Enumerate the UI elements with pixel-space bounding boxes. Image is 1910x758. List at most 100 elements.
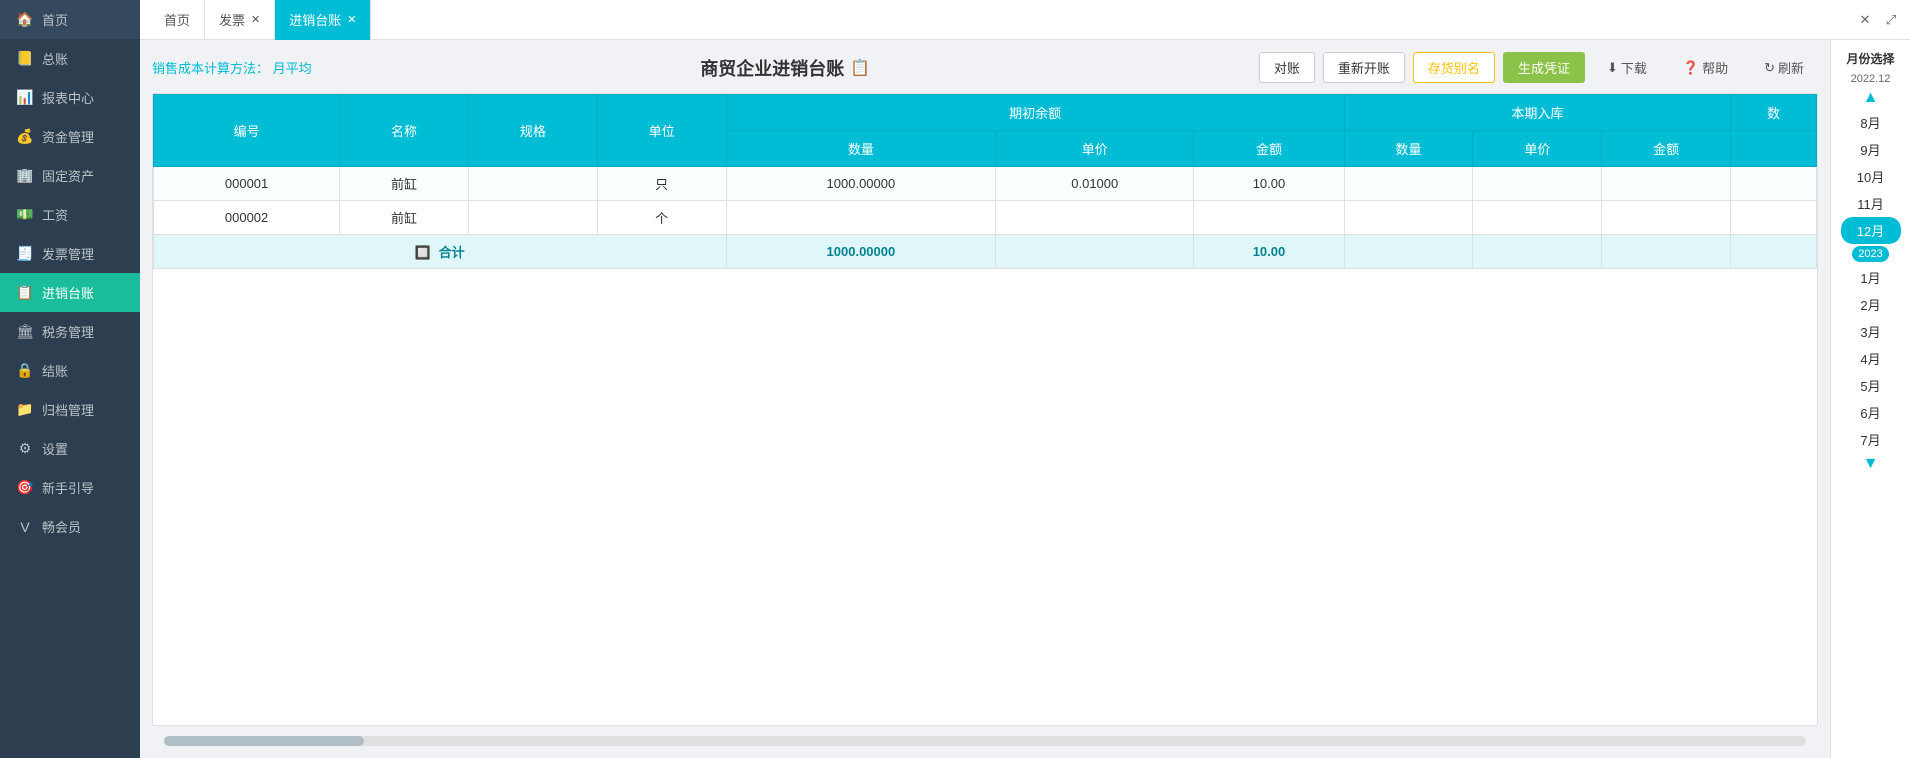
scroll-up-arrow[interactable]: ▲ <box>1863 87 1879 109</box>
sidebar-item-tax-management[interactable]: 🏛 税务管理 <box>0 312 140 351</box>
sidebar-item-payroll[interactable]: 💵 工资 <box>0 195 140 234</box>
month-item-10[interactable]: 10月 <box>1841 163 1901 190</box>
sidebar-item-archive-management[interactable]: 📁 归档管理 <box>0 390 140 429</box>
download-icon: ⬇ <box>1607 60 1618 76</box>
action-buttons: 对账 重新开账 存货别名 生成凭证 ⬇ 下载 ❓ 帮助 ↻ 刷新 <box>1259 52 1818 83</box>
window-controls: ✕ ⤢ <box>1856 11 1900 29</box>
sidebar-item-general-ledger[interactable]: 📒 总账 <box>0 39 140 78</box>
member-icon: V <box>16 519 34 535</box>
reopen-button[interactable]: 重新开账 <box>1323 52 1405 83</box>
month-item-4[interactable]: 4月 <box>1841 345 1901 372</box>
archive-icon: 📁 <box>16 401 34 418</box>
reconcile-button[interactable]: 对账 <box>1259 52 1315 83</box>
cell-in-qty-1 <box>1344 167 1473 201</box>
tab-home[interactable]: 首页 <box>150 0 205 40</box>
download-button[interactable]: ⬇ 下载 <box>1593 53 1661 82</box>
sidebar-item-label: 总账 <box>42 49 68 68</box>
closing-icon: 🔒 <box>16 362 34 379</box>
sidebar-item-label: 资金管理 <box>42 127 94 146</box>
month-item-2[interactable]: 2月 <box>1841 291 1901 318</box>
data-table-container: 编号 名称 规格 单位 期初余额 本期入库 数 数量 单价 金额 数 <box>152 93 1818 726</box>
tab-invoice-close[interactable]: ✕ <box>251 13 260 26</box>
purchase-sales-icon: 📋 <box>16 284 34 301</box>
month-item-3[interactable]: 3月 <box>1841 318 1901 345</box>
month-item-9[interactable]: 9月 <box>1841 136 1901 163</box>
sidebar-item-label: 固定资产 <box>42 166 94 185</box>
tabs-bar: 首页 发票 ✕ 进销台账 ✕ ✕ ⤢ <box>140 0 1910 40</box>
tab-invoice[interactable]: 发票 ✕ <box>205 0 275 40</box>
sidebar-item-fixed-assets[interactable]: 🏢 固定资产 <box>0 156 140 195</box>
total-opening-amount: 10.00 <box>1194 235 1344 269</box>
sidebar-item-fund-management[interactable]: 💰 资金管理 <box>0 117 140 156</box>
cell-opening-price-1: 0.01000 <box>996 167 1194 201</box>
save-alias-button[interactable]: 存货别名 <box>1413 52 1495 83</box>
scrollbar-thumb[interactable] <box>164 736 364 746</box>
cell-code-2: 000002 <box>154 201 340 235</box>
col-in-amount: 金额 <box>1602 131 1731 167</box>
scroll-down-arrow[interactable]: ▼ <box>1863 453 1879 475</box>
month-item-11[interactable]: 11月 <box>1841 190 1901 217</box>
col-spec: 规格 <box>468 95 597 167</box>
cell-in-price-1 <box>1473 167 1602 201</box>
generate-voucher-button[interactable]: 生成凭证 <box>1503 52 1585 83</box>
content-area: 销售成本计算方法： 月平均 商贸企业进销台账 📋 对账 重新开账 存货别名 生成… <box>140 40 1910 758</box>
sidebar-item-label: 工资 <box>42 205 68 224</box>
table-header-row: 编号 名称 规格 单位 期初余额 本期入库 数 <box>154 95 1817 131</box>
sidebar-item-label: 进销台账 <box>42 283 94 302</box>
col-extra-sub <box>1731 131 1817 167</box>
cell-in-amount-2 <box>1602 201 1731 235</box>
tab-purchase-sales-close[interactable]: ✕ <box>347 13 356 26</box>
cell-opening-qty-2 <box>726 201 996 235</box>
cell-name-2: 前缸 <box>340 201 469 235</box>
sidebar-item-report-center[interactable]: 📊 报表中心 <box>0 78 140 117</box>
settings-icon: ⚙ <box>16 440 34 457</box>
fund-icon: 💰 <box>16 128 34 145</box>
close-button[interactable]: ✕ <box>1856 11 1874 29</box>
sidebar-item-invoice-management[interactable]: 🧾 发票管理 <box>0 234 140 273</box>
cell-spec-2 <box>468 201 597 235</box>
col-opening-amount: 金额 <box>1194 131 1344 167</box>
page-title-text: 商贸企业进销台账 <box>700 55 844 81</box>
cost-method-label: 销售成本计算方法： <box>152 61 269 76</box>
sidebar-item-member[interactable]: V 畅会员 <box>0 507 140 546</box>
invoice-icon: 🧾 <box>16 245 34 262</box>
cell-extra-1 <box>1731 167 1817 201</box>
tax-icon: 🏛 <box>16 323 34 340</box>
total-in-amount <box>1602 235 1731 269</box>
month-item-5[interactable]: 5月 <box>1841 372 1901 399</box>
tab-purchase-sales[interactable]: 进销台账 ✕ <box>275 0 371 40</box>
month-panel-title: 月份选择 <box>1846 46 1894 71</box>
month-item-8[interactable]: 8月 <box>1841 109 1901 136</box>
payroll-icon: 💵 <box>16 206 34 223</box>
month-item-7[interactable]: 7月 <box>1841 426 1901 453</box>
month-item-12-active[interactable]: 12月 <box>1841 217 1901 244</box>
sidebar-item-settings[interactable]: ⚙ 设置 <box>0 429 140 468</box>
total-row: 🔲 合计 1000.00000 10.00 <box>154 235 1817 269</box>
cost-method: 销售成本计算方法： 月平均 <box>152 58 312 77</box>
sidebar: 🏠 首页 📒 总账 📊 报表中心 💰 资金管理 🏢 固定资产 💵 工资 🧾 发票… <box>0 0 140 758</box>
sidebar-item-purchase-sales[interactable]: 📋 进销台账 <box>0 273 140 312</box>
month-item-6[interactable]: 6月 <box>1841 399 1901 426</box>
cell-unit-2: 个 <box>597 201 726 235</box>
horizontal-scrollbar[interactable] <box>164 736 1806 746</box>
cell-opening-qty-1: 1000.00000 <box>726 167 996 201</box>
month-item-1[interactable]: 1月 <box>1841 264 1901 291</box>
total-extra <box>1731 235 1817 269</box>
cell-extra-2 <box>1731 201 1817 235</box>
total-opening-qty: 1000.00000 <box>726 235 996 269</box>
sidebar-item-label: 新手引导 <box>42 478 94 497</box>
maximize-button[interactable]: ⤢ <box>1882 11 1900 29</box>
sidebar-item-label: 设置 <box>42 439 68 458</box>
sidebar-item-label: 税务管理 <box>42 322 94 341</box>
sidebar-item-label: 首页 <box>42 10 68 29</box>
total-in-qty <box>1344 235 1473 269</box>
tab-purchase-sales-label: 进销台账 <box>289 10 341 29</box>
main-area: 首页 发票 ✕ 进销台账 ✕ ✕ ⤢ 销售成本计算方法： 月平均 商贸企业进销台… <box>140 0 1910 758</box>
assets-icon: 🏢 <box>16 167 34 184</box>
sidebar-item-home[interactable]: 🏠 首页 <box>0 0 140 39</box>
table-row: 000002 前缸 个 <box>154 201 1817 235</box>
sidebar-item-closing[interactable]: 🔒 结账 <box>0 351 140 390</box>
refresh-button[interactable]: ↻ 刷新 <box>1750 53 1818 82</box>
help-button[interactable]: ❓ 帮助 <box>1669 53 1742 82</box>
sidebar-item-beginner-guide[interactable]: 🎯 新手引导 <box>0 468 140 507</box>
